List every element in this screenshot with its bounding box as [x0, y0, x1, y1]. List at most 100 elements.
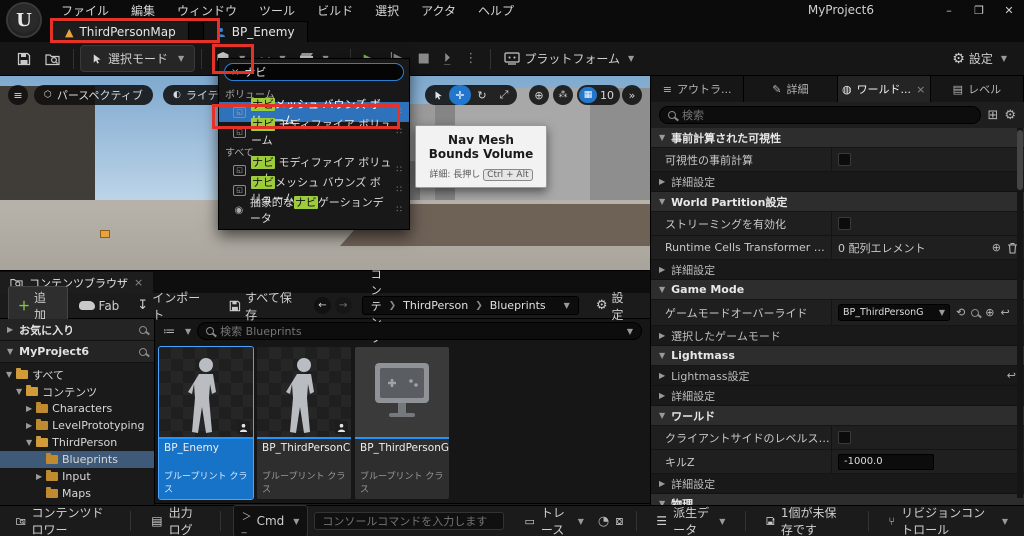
unsaved-indicator[interactable]: ★ 1個が未保存です — [758, 500, 856, 536]
use-selected-asset-icon[interactable]: ⟲ — [956, 306, 965, 319]
add-element-icon[interactable]: ⊕ — [992, 241, 1001, 254]
trace-dropdown[interactable]: ▭ トレース ▼ — [516, 500, 591, 536]
browse-asset-icon[interactable] — [971, 308, 980, 317]
tab-levels[interactable]: ▤ レベル — [930, 76, 1024, 102]
menu-help[interactable]: ヘルプ — [467, 0, 525, 21]
menu-window[interactable]: ウィンドウ — [166, 0, 248, 21]
console-command-input[interactable] — [314, 512, 505, 530]
tree-item-all[interactable]: ▼ すべて — [0, 366, 154, 383]
asset-search[interactable]: ▼ — [197, 322, 642, 340]
tree-item-characters[interactable]: ▶ Characters — [0, 400, 154, 417]
derived-data-dropdown[interactable]: ☰ 派生データ ▼ — [648, 500, 733, 536]
add-menu-search[interactable]: × — [224, 63, 404, 81]
menu-item-abstract-navigation-data[interactable]: ◉ 抽象的なナビゲーションデータ ∷ — [219, 196, 409, 225]
tab-details[interactable]: ✎ 詳細 — [744, 76, 838, 102]
clear-search-icon[interactable]: × — [231, 67, 239, 78]
tree-item-blueprints[interactable]: Blueprints — [0, 451, 154, 468]
reset-to-default-icon[interactable]: ↩ — [1007, 369, 1016, 382]
tree-item-content[interactable]: ▼ コンテンツ — [0, 383, 154, 400]
row-lightmass-settings[interactable]: ▶ Lightmass設定 ↩ — [651, 366, 1024, 386]
asset-tile-bp-thirdpersoncharacter[interactable]: BP_ThirdPersonCharacter ブループリント クラス — [257, 347, 351, 499]
drag-grip-icon[interactable]: ∷ — [396, 107, 403, 117]
tree-item-levelprototyping[interactable]: ▶ LevelPrototyping — [0, 417, 154, 434]
content-drawer-button[interactable] — [38, 48, 67, 70]
enable-streaming-checkbox[interactable] — [838, 217, 851, 230]
section-world[interactable]: ▼ ワールド — [651, 406, 1024, 426]
output-log-button[interactable]: ▤ 出力ログ — [143, 500, 208, 536]
gamemode-override-select[interactable]: BP_ThirdPersonG ▼ — [838, 304, 950, 321]
back-button[interactable]: ← — [314, 297, 331, 314]
advanced-world[interactable]: ▶ 詳細設定 — [651, 474, 1024, 494]
grid-snap-control[interactable]: ▦ 10 — [577, 85, 620, 105]
advanced-precomputed[interactable]: ▶ 詳細設定 — [651, 172, 1024, 192]
client-streaming-checkbox[interactable] — [838, 431, 851, 444]
drag-grip-icon[interactable]: ∷ — [396, 165, 403, 175]
settings-dropdown[interactable]: ⚙ 設定 ▼ — [945, 46, 1014, 71]
scrollbar[interactable] — [1017, 128, 1023, 498]
tab-thirdpersonmap[interactable]: ▲ ThirdPersonMap — [52, 21, 189, 42]
asset-search-input[interactable] — [220, 324, 617, 338]
insights-icon[interactable]: ◔ — [598, 514, 609, 529]
world-settings-search[interactable] — [659, 106, 982, 124]
drag-grip-icon[interactable]: ∷ — [396, 127, 403, 137]
asset-tile-bp-enemy[interactable]: BP_Enemy ブループリント クラス — [158, 346, 254, 500]
tab-world-settings[interactable]: ◍ ワールド... × — [837, 76, 931, 102]
path-dropdown-icon[interactable]: ▼ — [564, 301, 570, 310]
play-options-button[interactable]: ⋮ — [457, 47, 484, 70]
advanced-lightmass[interactable]: ▶ 詳細設定 — [651, 386, 1024, 406]
kill-z-input[interactable] — [838, 453, 934, 470]
create-new-asset-icon[interactable]: ⊕ — [985, 306, 994, 319]
content-drawer-toggle[interactable]: コンテンツドロワー — [8, 500, 118, 536]
column-view-icon[interactable]: ⊞ — [987, 108, 998, 123]
camera-speed-button[interactable]: » — [622, 85, 642, 105]
advanced-world-partition[interactable]: ▶ 詳細設定 — [651, 260, 1024, 280]
drag-grip-icon[interactable]: ∷ — [396, 185, 403, 195]
precompute-visibility-checkbox[interactable] — [838, 153, 851, 166]
menu-build[interactable]: ビルド — [306, 0, 364, 21]
search-icon[interactable] — [139, 347, 147, 356]
scale-tool-button[interactable]: ⤢ — [493, 85, 515, 105]
breadcrumb-thirdperson[interactable]: ThirdPerson — [403, 299, 468, 312]
filter-icon[interactable]: ≔ — [163, 324, 175, 338]
select-mode-dropdown[interactable]: 選択モード ▼ — [80, 45, 196, 72]
panel-gear-icon[interactable]: ⚙ — [1004, 108, 1016, 123]
search-icon[interactable] — [139, 325, 147, 334]
rotate-tool-button[interactable]: ↻ — [471, 85, 493, 105]
asset-tile-bp-thirdpersongamemode[interactable]: BP_ThirdPersonGameMode ブループリント クラス — [355, 347, 449, 499]
scrollbar-thumb[interactable] — [1017, 130, 1023, 190]
save-level-button[interactable] — [10, 48, 38, 70]
world-local-toggle[interactable]: ⊕ — [529, 85, 549, 105]
menu-edit[interactable]: 編集 — [120, 0, 166, 21]
revision-control-dropdown[interactable]: ⑂ リビジョンコントロール ▼ — [880, 500, 1016, 536]
close-button[interactable]: ✕ — [994, 0, 1024, 20]
row-selected-gamemode[interactable]: ▶ 選択したゲームモード — [651, 326, 1024, 346]
tree-item-input[interactable]: ▶ Input — [0, 468, 154, 485]
section-lightmass[interactable]: ▼ Lightmass — [651, 346, 1024, 366]
menu-tools[interactable]: ツール — [248, 0, 306, 21]
forward-button[interactable]: → — [334, 297, 352, 314]
tree-item-thirdperson[interactable]: ▼ ThirdPerson — [0, 434, 154, 451]
section-precomputed-visibility[interactable]: ▼ 事前計算された可視性 — [651, 128, 1024, 148]
unreal-logo[interactable]: U — [6, 2, 42, 38]
tab-outliner[interactable]: ≡ アウトラ... — [651, 76, 745, 102]
menu-select[interactable]: 選択 — [364, 0, 410, 21]
tab-bp-enemy[interactable]: BP_Enemy — [202, 21, 308, 42]
menu-actor[interactable]: アクタ — [410, 0, 467, 21]
select-tool-button[interactable] — [427, 85, 449, 105]
favorites-header[interactable]: ▶ お気に入り — [0, 319, 154, 341]
breadcrumb-blueprints[interactable]: Blueprints — [490, 299, 546, 312]
menu-item-nav-modifier-volume[interactable]: ◱ ナビ モディファイア ボリューム ∷ — [219, 118, 409, 147]
section-world-partition[interactable]: ▼ World Partition設定 — [651, 192, 1024, 212]
eject-button[interactable]: ⏵̲ — [437, 47, 458, 70]
viewport-options-button[interactable]: ≡ — [8, 85, 28, 105]
minimize-button[interactable]: – — [934, 0, 964, 20]
menu-file[interactable]: ファイル — [50, 0, 120, 21]
move-tool-button[interactable]: ✛ — [449, 85, 471, 105]
cmd-dropdown[interactable]: ＞_ Cmd ▼ — [232, 505, 309, 536]
platforms-dropdown[interactable]: プラットフォーム ▼ — [497, 46, 641, 71]
screenshot-icon[interactable]: ⧇ — [615, 514, 623, 529]
perspective-dropdown[interactable]: ⬡ パースペクティブ — [34, 85, 153, 105]
surface-snap-button[interactable]: ⁂ — [553, 85, 573, 105]
reset-to-default-icon[interactable]: ↩ — [1000, 306, 1009, 319]
fab-button[interactable]: Fab — [72, 295, 127, 317]
